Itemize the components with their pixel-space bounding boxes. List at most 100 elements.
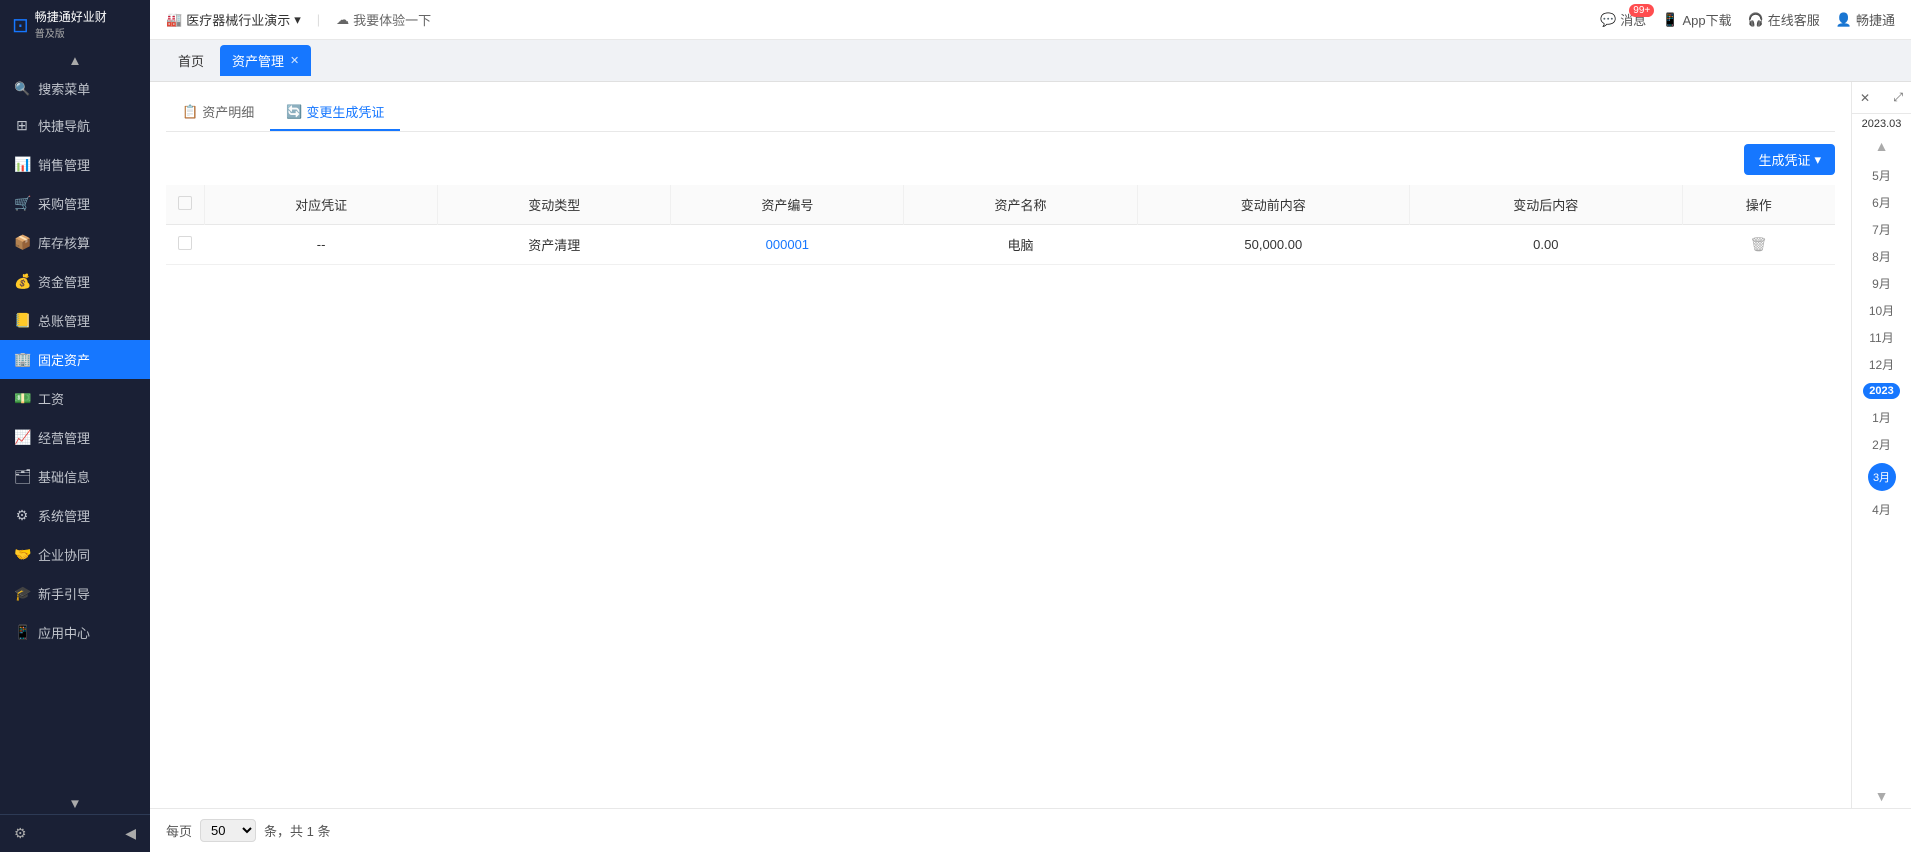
fixed-assets-label: 固定资产 (38, 350, 90, 369)
payroll-icon: 💵 (14, 390, 30, 407)
month-6[interactable]: 6月 (1852, 189, 1911, 216)
app-download-btn[interactable]: 📱 App下载 (1662, 10, 1731, 29)
per-page-label: 每页 (166, 821, 192, 840)
app-download-label: App下载 (1682, 10, 1731, 29)
guide-icon: 🎓 (14, 585, 30, 602)
cooperation-icon: 🤝 (14, 546, 30, 563)
company-selector[interactable]: 🏭 医疗器械行业演示 ▾ (166, 10, 301, 29)
cloud-icon: ☁ (336, 12, 349, 28)
collapse-icon[interactable]: ◀ (125, 825, 136, 842)
month-1[interactable]: 1月 (1852, 404, 1911, 431)
month-12[interactable]: 12月 (1852, 351, 1911, 378)
fixed-assets-icon: 🏢 (14, 351, 30, 368)
sidebar-item-fixed-assets[interactable]: 🏢 固定资产 (0, 340, 150, 379)
customer-service-label: 在线客服 (1768, 10, 1820, 29)
col-checkbox (166, 185, 205, 225)
user-label: 畅捷通 (1856, 10, 1895, 29)
main-area: 🏭 医疗器械行业演示 ▾ | ☁ 我要体验一下 💬 消息 99+ 📱 App下载… (150, 0, 1911, 852)
topbar: 🏭 医疗器械行业演示 ▾ | ☁ 我要体验一下 💬 消息 99+ 📱 App下载… (150, 0, 1911, 40)
col-operation: 操作 (1682, 185, 1835, 225)
generate-label: 生成凭证 (1758, 150, 1810, 169)
month-2[interactable]: 2月 (1852, 431, 1911, 458)
tab-home[interactable]: 首页 (166, 45, 216, 76)
headset-icon: 🎧 (1748, 12, 1764, 28)
sub-tabs: 📋 资产明细 🔄 变更生成凭证 (166, 94, 1835, 132)
home-tab-label: 首页 (178, 54, 204, 69)
sidebar-item-fund[interactable]: 💰 资金管理 (0, 262, 150, 301)
message-btn[interactable]: 💬 消息 99+ (1600, 10, 1646, 29)
topbar-divider: | (317, 12, 320, 27)
panel-expand-btn[interactable]: ⤢ (1891, 90, 1905, 105)
pagination-bar: 每页 10 20 50 100 条，共 1 条 (150, 808, 1911, 852)
fund-label: 资金管理 (38, 272, 90, 291)
ledger-icon: 📒 (14, 312, 30, 329)
sidebar-item-base-info[interactable]: 🗂 基础信息 (0, 457, 150, 496)
business-label: 经营管理 (38, 428, 90, 447)
sidebar-item-app-center[interactable]: 📱 应用中心 (0, 613, 150, 652)
sub-tab-asset-detail[interactable]: 📋 资产明细 (166, 94, 270, 131)
logo-icon: ⊡ (12, 13, 29, 38)
panel-date-title: 2023.03 (1852, 114, 1911, 134)
sidebar-item-payroll[interactable]: 💵 工资 (0, 379, 150, 418)
sidebar-item-guide[interactable]: 🎓 新手引导 (0, 574, 150, 613)
month-9[interactable]: 9月 (1852, 270, 1911, 297)
timeline-down-btn[interactable]: ▼ (1852, 784, 1911, 808)
app-center-label: 应用中心 (38, 623, 90, 642)
payroll-label: 工资 (38, 389, 64, 408)
purchase-label: 采购管理 (38, 194, 90, 213)
sidebar-item-quick-nav[interactable]: ⊞ 快捷导航 (0, 106, 150, 145)
month-3-active[interactable]: 3月 (1852, 458, 1911, 496)
sidebar-search[interactable]: 🔍 搜索菜单 (0, 71, 150, 106)
month-5[interactable]: 5月 (1852, 162, 1911, 189)
month-7[interactable]: 7月 (1852, 216, 1911, 243)
sidebar-item-ledger[interactable]: 📒 总账管理 (0, 301, 150, 340)
tab-close-btn[interactable]: ✕ (290, 54, 299, 67)
message-icon: 💬 (1600, 12, 1616, 28)
total-label: 条，共 1 条 (264, 821, 330, 840)
generate-voucher-btn[interactable]: 生成凭证 ▾ (1744, 144, 1835, 175)
inventory-label: 库存核算 (38, 233, 90, 252)
sidebar-scroll-up[interactable]: ▲ (0, 50, 150, 71)
sidebar-item-system[interactable]: ⚙ 系统管理 (0, 496, 150, 535)
table-header-row: 对应凭证 变动类型 资产编号 资产名称 (166, 185, 1835, 225)
col-after-content: 变动后内容 (1410, 185, 1682, 225)
content-area: 📋 资产明细 🔄 变更生成凭证 生成凭证 ▾ (150, 82, 1911, 808)
right-panel: ✕ ⤢ 2023.03 ▲ 5月 6月 7月 8月 9月 10月 11月 12月… (1851, 82, 1911, 808)
delete-btn[interactable]: 🗑 (1750, 236, 1768, 252)
company-icon: 🏭 (166, 12, 182, 28)
sidebar-item-purchase[interactable]: 🛒 采购管理 (0, 184, 150, 223)
system-icon: ⚙ (14, 507, 30, 524)
sidebar-item-sales[interactable]: 📊 销售管理 (0, 145, 150, 184)
settings-icon[interactable]: ⚙ (14, 825, 27, 842)
experience-btn[interactable]: ☁ 我要体验一下 (336, 10, 431, 29)
panel-close-btn[interactable]: ✕ (1858, 91, 1872, 105)
sidebar-logo: ⊡ 畅捷通好业财 普及版 (0, 0, 150, 50)
sidebar-item-inventory[interactable]: 📦 库存核算 (0, 223, 150, 262)
business-icon: 📈 (14, 429, 30, 446)
customer-service-btn[interactable]: 🎧 在线客服 (1748, 10, 1820, 29)
row-asset-code: 000001 (671, 225, 904, 265)
row-asset-name: 电脑 (904, 225, 1137, 265)
change-voucher-icon: 🔄 (286, 104, 302, 120)
sidebar-item-business[interactable]: 📈 经营管理 (0, 418, 150, 457)
month-8[interactable]: 8月 (1852, 243, 1911, 270)
sub-tab-change-voucher[interactable]: 🔄 变更生成凭证 (270, 94, 400, 131)
sidebar-item-cooperation[interactable]: 🤝 企业协同 (0, 535, 150, 574)
data-table: 对应凭证 变动类型 资产编号 资产名称 (166, 185, 1835, 265)
user-btn[interactable]: 👤 畅捷通 (1836, 10, 1895, 29)
experience-label: 我要体验一下 (353, 10, 431, 29)
sidebar-bottom: ⚙ ◀ (0, 814, 150, 852)
col-asset-code: 资产编号 (671, 185, 904, 225)
tab-asset-management[interactable]: 资产管理 ✕ (220, 45, 311, 76)
header-checkbox[interactable] (178, 196, 192, 210)
asset-management-tab-label: 资产管理 (232, 51, 284, 70)
timeline-up-btn[interactable]: ▲ (1852, 134, 1911, 158)
phone-icon: 📱 (1662, 12, 1678, 28)
sales-icon: 📊 (14, 156, 30, 173)
row-checkbox[interactable] (178, 236, 192, 250)
month-10[interactable]: 10月 (1852, 297, 1911, 324)
per-page-select[interactable]: 10 20 50 100 (200, 819, 256, 842)
sidebar-scroll-down[interactable]: ▼ (0, 793, 150, 814)
month-11[interactable]: 11月 (1852, 324, 1911, 351)
month-4[interactable]: 4月 (1852, 496, 1911, 523)
